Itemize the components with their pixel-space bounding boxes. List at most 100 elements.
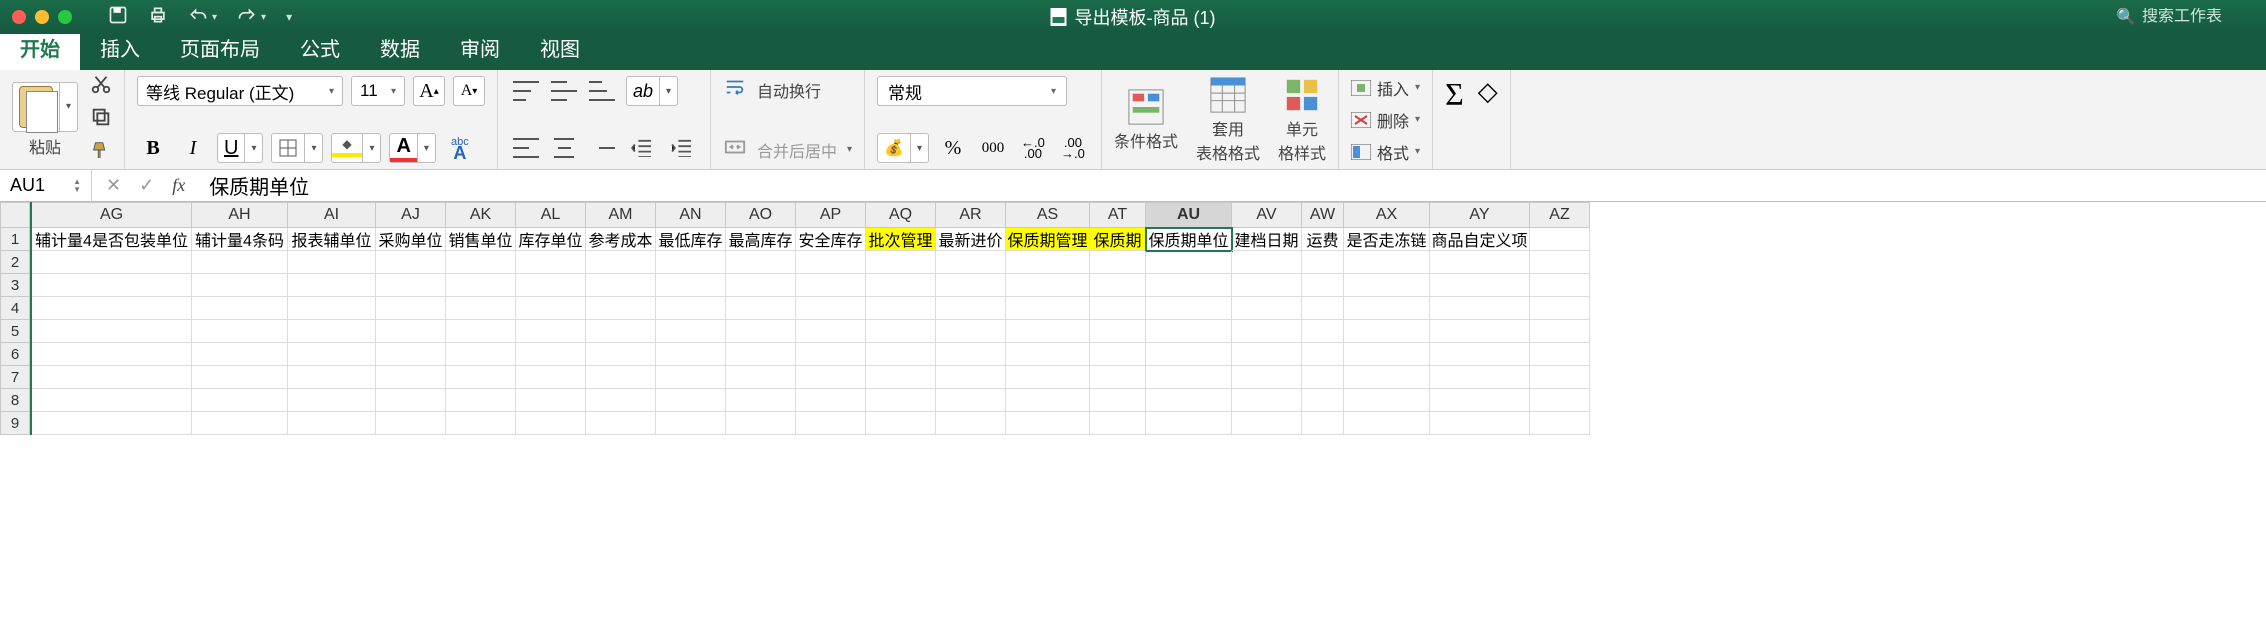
redo-button[interactable]: ▾ [237, 7, 266, 27]
maximize-window-button[interactable] [58, 10, 72, 24]
cell[interactable] [726, 251, 796, 274]
cell[interactable] [516, 251, 586, 274]
cell[interactable] [288, 320, 376, 343]
cell[interactable] [1530, 320, 1590, 343]
cell[interactable] [866, 389, 936, 412]
cell[interactable] [1344, 251, 1430, 274]
cell[interactable] [796, 366, 866, 389]
cell[interactable] [1232, 412, 1302, 435]
row-header-7[interactable]: 7 [0, 366, 30, 389]
row-header-3[interactable]: 3 [0, 274, 30, 297]
cell[interactable] [288, 389, 376, 412]
cell[interactable] [1006, 297, 1090, 320]
cell[interactable] [1006, 251, 1090, 274]
chevron-down-icon[interactable]: ▾ [59, 83, 77, 131]
print-icon[interactable] [148, 5, 168, 30]
cell[interactable] [288, 412, 376, 435]
name-box[interactable]: AU1 ▲▼ [0, 170, 92, 201]
cell[interactable] [32, 412, 192, 435]
cell[interactable] [1302, 251, 1344, 274]
cut-button[interactable] [90, 73, 112, 100]
cell[interactable]: 辅计量4是否包装单位 [32, 228, 192, 251]
cell[interactable]: 采购单位 [376, 228, 446, 251]
increase-font-button[interactable]: A▴ [413, 76, 445, 106]
underline-button[interactable]: U▾ [217, 133, 263, 163]
cell[interactable] [32, 366, 192, 389]
column-header-AS[interactable]: AS [1006, 202, 1090, 228]
row-header-4[interactable]: 4 [0, 297, 30, 320]
cell[interactable] [936, 389, 1006, 412]
cell[interactable] [1006, 274, 1090, 297]
cell[interactable] [656, 343, 726, 366]
column-header-AX[interactable]: AX [1344, 202, 1430, 228]
cell[interactable] [726, 343, 796, 366]
copy-button[interactable] [90, 106, 112, 133]
column-header-AT[interactable]: AT [1090, 202, 1146, 228]
column-header-AO[interactable]: AO [726, 202, 796, 228]
cell[interactable] [192, 343, 288, 366]
comma-button[interactable]: 000 [977, 133, 1009, 163]
align-left-button[interactable] [510, 133, 542, 163]
cell[interactable] [866, 366, 936, 389]
number-format-select[interactable]: 常规▾ [877, 76, 1067, 106]
font-size-select[interactable]: 11▾ [351, 76, 405, 106]
cell[interactable]: 最新进价 [936, 228, 1006, 251]
cell[interactable] [1302, 274, 1344, 297]
row-header-6[interactable]: 6 [0, 343, 30, 366]
cell[interactable] [1302, 297, 1344, 320]
column-header-AV[interactable]: AV [1232, 202, 1302, 228]
cell[interactable] [586, 320, 656, 343]
cell[interactable] [1146, 274, 1232, 297]
cell[interactable] [376, 274, 446, 297]
bold-button[interactable]: B [137, 133, 169, 163]
orientation-button[interactable]: ab▾ [626, 76, 678, 106]
column-header-AU[interactable]: AU [1146, 202, 1232, 228]
cell[interactable] [32, 251, 192, 274]
cell[interactable] [656, 274, 726, 297]
cell[interactable] [32, 343, 192, 366]
cell[interactable] [1090, 412, 1146, 435]
column-header-AR[interactable]: AR [936, 202, 1006, 228]
qat-customize-icon[interactable]: ▾ [286, 10, 292, 24]
cell[interactable] [936, 274, 1006, 297]
cell[interactable] [586, 412, 656, 435]
cell[interactable] [376, 343, 446, 366]
cell[interactable] [936, 412, 1006, 435]
cell[interactable] [446, 389, 516, 412]
cell[interactable] [586, 366, 656, 389]
merge-center-button[interactable]: 合并后居中 [757, 138, 837, 162]
cell[interactable] [32, 389, 192, 412]
cell[interactable] [866, 412, 936, 435]
cell[interactable] [288, 343, 376, 366]
autosum-button[interactable]: Σ [1445, 76, 1464, 113]
cell[interactable] [936, 251, 1006, 274]
cell[interactable] [1146, 389, 1232, 412]
column-header-AQ[interactable]: AQ [866, 202, 936, 228]
cell[interactable] [1146, 412, 1232, 435]
formula-input[interactable] [199, 170, 2266, 201]
cell[interactable] [726, 389, 796, 412]
cell[interactable] [586, 389, 656, 412]
cell[interactable] [1090, 343, 1146, 366]
cell[interactable] [1302, 320, 1344, 343]
cell[interactable] [796, 412, 866, 435]
cell[interactable] [1530, 297, 1590, 320]
cell[interactable] [796, 251, 866, 274]
cell[interactable] [32, 274, 192, 297]
row-header-1[interactable]: 1 [0, 228, 30, 251]
cell[interactable]: 库存单位 [516, 228, 586, 251]
cell[interactable] [1530, 389, 1590, 412]
cell[interactable] [446, 297, 516, 320]
cell[interactable] [1344, 412, 1430, 435]
cell[interactable] [446, 412, 516, 435]
increase-decimal-button[interactable]: ←.0.00 [1017, 133, 1049, 163]
row-header-9[interactable]: 9 [0, 412, 30, 435]
cell[interactable]: 商品自定义项 [1430, 228, 1530, 251]
format-painter-button[interactable] [90, 139, 112, 166]
cell[interactable] [1302, 343, 1344, 366]
cell[interactable]: 最低库存 [656, 228, 726, 251]
column-header-AI[interactable]: AI [288, 202, 376, 228]
cell[interactable] [1530, 412, 1590, 435]
cell[interactable] [1344, 366, 1430, 389]
cell[interactable] [726, 320, 796, 343]
